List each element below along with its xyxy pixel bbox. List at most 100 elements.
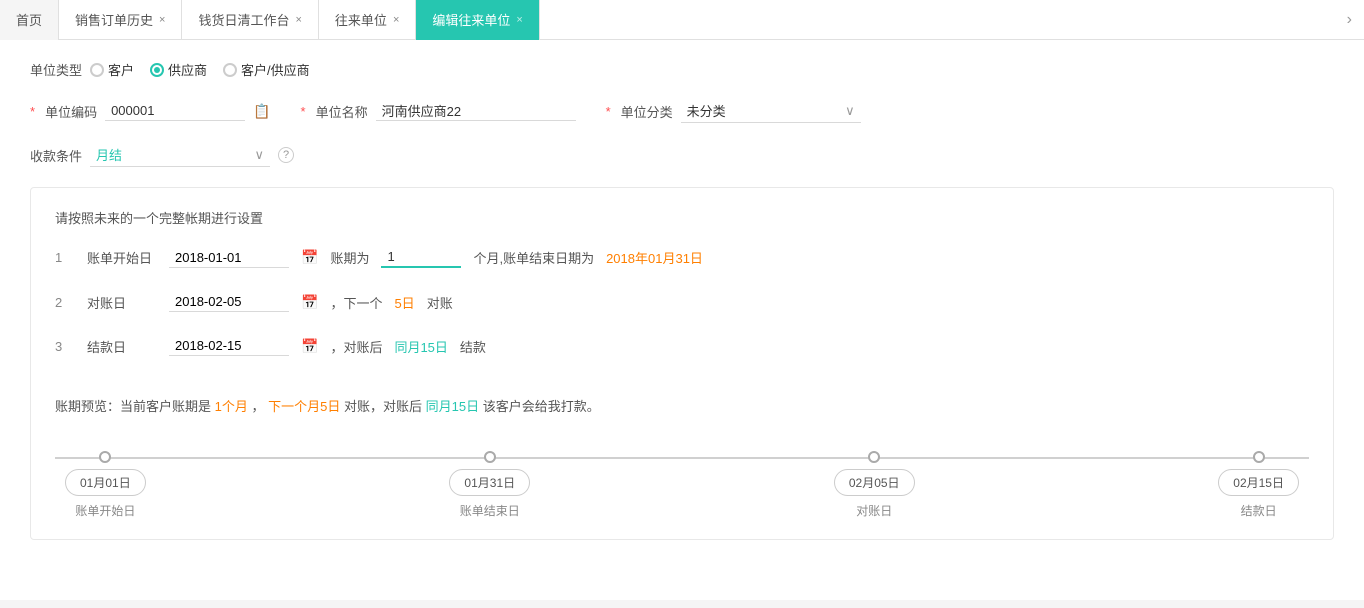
preview-suffix: 该客户会给我打款。 xyxy=(483,399,600,414)
reconcile-date-calendar-icon[interactable]: 📅 xyxy=(301,294,318,311)
payment-field: 收款条件 月结 ∨ ? xyxy=(30,143,294,167)
tab-cash-work-close[interactable]: × xyxy=(295,14,301,26)
preview-part3: 同月15日 xyxy=(426,399,479,414)
preview-prefix: 账期预览：当前客户账期是 xyxy=(55,399,211,414)
preview-part2: 下一个月5日 xyxy=(268,399,340,414)
unit-class-value: 未分类 xyxy=(687,101,841,120)
row-2-pre: ，下一个 xyxy=(330,293,382,312)
tl-dot-3 xyxy=(1253,451,1265,463)
tl-label-2: 对账日 xyxy=(856,502,892,519)
row-3-post: 结款 xyxy=(460,337,486,356)
tab-edit-partner[interactable]: 编辑往来单位 × xyxy=(416,0,539,40)
preview-sep2: 对账，对账后 xyxy=(344,399,422,414)
row-2-num: 2 xyxy=(55,295,75,310)
unit-type-label: 单位类型 xyxy=(30,60,82,79)
tab-partner-label: 往来单位 xyxy=(335,10,387,29)
tl-pill-3: 02月15日 xyxy=(1218,469,1299,496)
radio-customer-label: 客户 xyxy=(108,60,134,79)
tab-partner[interactable]: 往来单位 × xyxy=(319,0,416,40)
unit-class-field: * 单位分类 未分类 ∨ xyxy=(606,99,861,123)
tab-bar: 首页 销售订单历史 × 钱货日清工作台 × 往来单位 × 编辑往来单位 × › xyxy=(0,0,1364,40)
reconcile-date-input[interactable] xyxy=(169,292,289,312)
unit-name-input[interactable] xyxy=(376,101,576,121)
payment-date-calendar-icon[interactable]: 📅 xyxy=(301,338,318,355)
tab-cash-work[interactable]: 钱货日清工作台 × xyxy=(182,0,318,40)
panel-row-1: 1 账单开始日 📅 账期为 个月,账单结束日期为 2018年01月31日 xyxy=(55,247,1309,268)
unit-code-field: * 单位编码 📋 xyxy=(30,101,271,121)
unit-name-label: 单位名称 xyxy=(316,102,368,121)
payment-value: 月结 xyxy=(96,145,250,164)
row-1-num: 1 xyxy=(55,250,75,265)
unit-class-label: 单位分类 xyxy=(621,102,673,121)
tl-node-3: 02月15日 结款日 xyxy=(1218,443,1299,519)
row-3-label: 结款日 xyxy=(87,337,157,356)
tl-pill-1: 01月31日 xyxy=(449,469,530,496)
unit-code-input[interactable] xyxy=(105,101,245,121)
tab-edit-partner-label: 编辑往来单位 xyxy=(432,10,510,29)
tab-edit-partner-close[interactable]: × xyxy=(516,14,522,26)
radio-both-label: 客户/供应商 xyxy=(241,60,310,79)
tab-sales-history-close[interactable]: × xyxy=(159,14,165,26)
unit-code-icon[interactable]: 📋 xyxy=(253,103,270,120)
unit-type-row: 单位类型 客户 供应商 客户/供应商 xyxy=(30,60,1334,79)
unit-type-field: 单位类型 客户 供应商 客户/供应商 xyxy=(30,60,310,79)
unit-class-dropdown-icon: ∨ xyxy=(845,103,855,119)
unit-name-field: * 单位名称 xyxy=(301,101,576,121)
tl-dot-1 xyxy=(484,451,496,463)
radio-customer-circle xyxy=(90,63,104,77)
payment-date-input[interactable] xyxy=(169,336,289,356)
payment-dropdown-icon: ∨ xyxy=(255,147,265,163)
timeline: 01月01日 账单开始日 01月31日 账单结束日 02月05日 对账日 xyxy=(55,443,1309,519)
panel-row-3: 3 结款日 📅 ，对账后 同月15日 结款 xyxy=(55,336,1309,356)
unit-class-select[interactable]: 未分类 ∨ xyxy=(681,99,861,123)
row-3-highlight: 同月15日 xyxy=(394,337,447,356)
preview-section: 账期预览：当前客户账期是 1个月 ， 下一个月5日 对账，对账后 同月15日 该… xyxy=(55,380,1309,519)
row-1-label: 账单开始日 xyxy=(87,248,157,267)
unit-type-radio-group: 客户 供应商 客户/供应商 xyxy=(90,60,310,79)
unit-code-star: * xyxy=(30,104,35,119)
row-1-suffix1: 账期为 xyxy=(330,248,369,267)
panel-row-2: 2 对账日 📅 ，下一个 5日 对账 xyxy=(55,292,1309,312)
start-date-calendar-icon[interactable]: 📅 xyxy=(301,249,318,266)
tl-label-3: 结款日 xyxy=(1241,502,1277,519)
tab-home-label: 首页 xyxy=(16,10,42,29)
main-content: 单位类型 客户 供应商 客户/供应商 * 单位编码 xyxy=(0,40,1364,600)
tl-label-1: 账单结束日 xyxy=(460,502,520,519)
unit-class-star: * xyxy=(606,104,611,119)
tl-pill-0: 01月01日 xyxy=(65,469,146,496)
unit-code-label: 单位编码 xyxy=(45,102,97,121)
radio-supplier-circle xyxy=(150,63,164,77)
start-date-input[interactable] xyxy=(169,248,289,268)
tl-node-2: 02月05日 对账日 xyxy=(834,443,915,519)
radio-supplier[interactable]: 供应商 xyxy=(150,60,207,79)
period-input[interactable] xyxy=(381,247,461,268)
unit-name-star: * xyxy=(301,104,306,119)
help-icon[interactable]: ? xyxy=(278,147,294,163)
radio-customer[interactable]: 客户 xyxy=(90,60,134,79)
tl-label-0: 账单开始日 xyxy=(75,502,135,519)
tab-more-button[interactable]: › xyxy=(1335,11,1364,29)
radio-both[interactable]: 客户/供应商 xyxy=(223,60,310,79)
row-1-suffix2: 个月,账单结束日期为 xyxy=(473,248,594,267)
radio-both-circle xyxy=(223,63,237,77)
tab-cash-work-label: 钱货日清工作台 xyxy=(198,10,289,29)
row-3-num: 3 xyxy=(55,339,75,354)
preview-sep1: ， xyxy=(252,399,265,414)
row-2-highlight: 5日 xyxy=(394,293,414,312)
tl-pill-2: 02月05日 xyxy=(834,469,915,496)
tab-home[interactable]: 首页 xyxy=(0,0,59,40)
row-2-label: 对账日 xyxy=(87,293,157,312)
row-3-pre: ，对账后 xyxy=(330,337,382,356)
preview-part1: 1个月 xyxy=(215,399,248,414)
panel-title: 请按照未来的一个完整帐期进行设置 xyxy=(55,208,1309,227)
timeline-nodes: 01月01日 账单开始日 01月31日 账单结束日 02月05日 对账日 xyxy=(65,443,1299,519)
tl-dot-2 xyxy=(868,451,880,463)
payment-label: 收款条件 xyxy=(30,146,82,165)
radio-supplier-label: 供应商 xyxy=(168,60,207,79)
tab-partner-close[interactable]: × xyxy=(393,14,399,26)
payment-select[interactable]: 月结 ∨ xyxy=(90,143,270,167)
tab-sales-history[interactable]: 销售订单历史 × xyxy=(59,0,182,40)
settings-panel: 请按照未来的一个完整帐期进行设置 1 账单开始日 📅 账期为 个月,账单结束日期… xyxy=(30,187,1334,540)
code-name-class-row: * 单位编码 📋 * 单位名称 * 单位分类 未分类 ∨ xyxy=(30,99,1334,123)
row-2-post: 对账 xyxy=(427,293,453,312)
